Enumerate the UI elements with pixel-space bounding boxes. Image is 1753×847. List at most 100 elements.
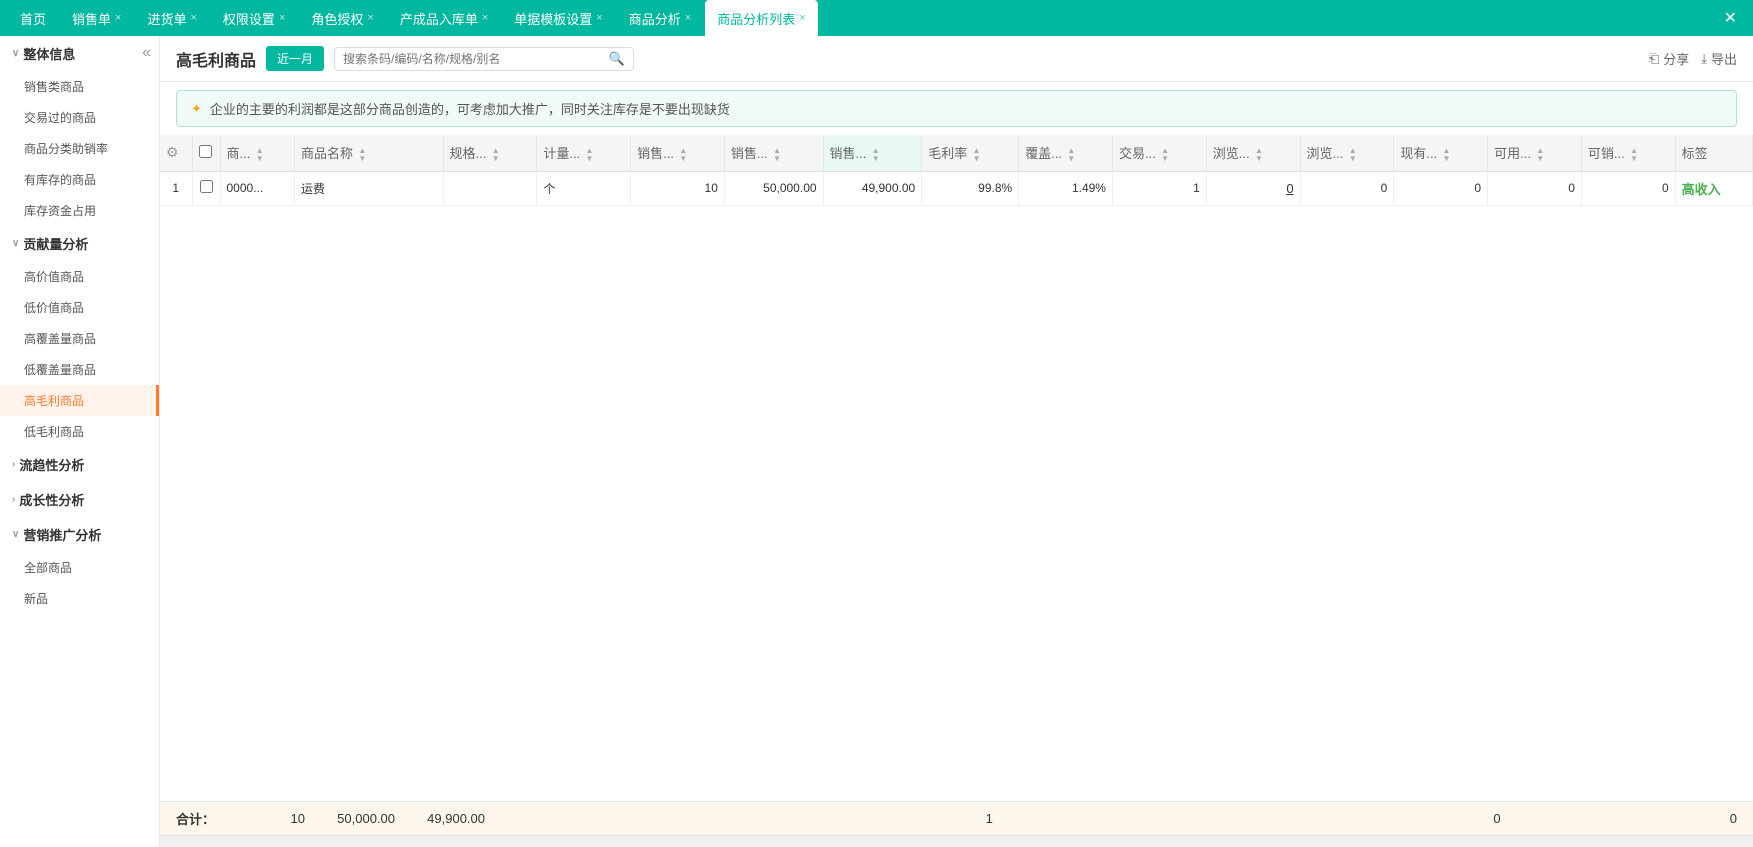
sidebar-item-all-goods[interactable]: 全部商品 <box>0 552 159 583</box>
cell-current-stock: 0 <box>1394 171 1488 205</box>
sort-icon[interactable]: ▲▼ <box>1067 147 1075 163</box>
col-gross-rate[interactable]: 毛利率 ▲▼ <box>922 135 1019 171</box>
tab-close-icon[interactable]: × <box>190 12 196 24</box>
footer-trade: 1 <box>933 811 993 826</box>
sidebar-section-contribution[interactable]: ∨ 贡献量分析 <box>0 226 159 261</box>
sort-icon[interactable]: ▲▼ <box>1255 147 1263 163</box>
cell-sellable: 0 <box>1581 171 1675 205</box>
tab-close-icon[interactable]: × <box>482 12 488 24</box>
cell-code: 0000... <box>220 171 294 205</box>
tab-purchase-order[interactable]: 进货单 × <box>135 0 208 36</box>
col-sales-amount[interactable]: 销售... ▲▼ <box>724 135 823 171</box>
footer-label: 合计： <box>176 809 215 828</box>
col-gear[interactable]: ⚙ <box>160 135 192 171</box>
sidebar-item-new-goods[interactable]: 新品 <box>0 583 159 614</box>
sidebar-item-low-margin[interactable]: 低毛利商品 <box>0 416 159 447</box>
section-arrow-icon: ∨ <box>12 48 19 59</box>
tag-badge: 高收入 <box>1682 182 1721 197</box>
cell-trade: 1 <box>1112 171 1206 205</box>
share-button[interactable]: ⎗ 分享 <box>1649 49 1689 68</box>
info-banner: ✦ 企业的主要的利润都是这部分商品创造的，可考虑加大推广，同时关注库存是不要出现… <box>176 90 1737 127</box>
tab-close-icon[interactable]: × <box>279 12 285 24</box>
sidebar-item-traded-goods[interactable]: 交易过的商品 <box>0 102 159 133</box>
col-trade[interactable]: 交易... ▲▼ <box>1112 135 1206 171</box>
cell-spec <box>443 171 537 205</box>
section-arrow-icon: › <box>12 494 15 505</box>
cell-sales-qty: 10 <box>631 171 725 205</box>
export-button[interactable]: ⤓ 导出 <box>1701 49 1737 68</box>
col-browse2[interactable]: 浏览... ▲▼ <box>1300 135 1394 171</box>
sidebar-section-marketing[interactable]: ∨ 营销推广分析 <box>0 517 159 552</box>
col-available[interactable]: 可用... ▲▼ <box>1488 135 1582 171</box>
col-current-stock[interactable]: 现有... ▲▼ <box>1394 135 1488 171</box>
footer-sales-amount: 50,000.00 <box>335 811 395 826</box>
sidebar-item-high-coverage[interactable]: 高覆盖量商品 <box>0 323 159 354</box>
tab-close-icon[interactable]: × <box>115 12 121 24</box>
sidebar-item-stock-capital[interactable]: 库存资金占用 <box>0 195 159 226</box>
section-arrow-icon: ∨ <box>12 238 19 249</box>
sidebar-item-high-margin[interactable]: 高毛利商品 <box>0 385 159 416</box>
cell-browse1[interactable]: 0 <box>1206 171 1300 205</box>
gear-icon[interactable]: ⚙ <box>166 144 179 160</box>
tab-product-analysis-list[interactable]: 商品分析列表 × <box>705 0 817 36</box>
tab-close-icon[interactable]: × <box>685 12 691 24</box>
row-checkbox[interactable] <box>200 180 213 193</box>
sort-icon[interactable]: ▲▼ <box>679 147 687 163</box>
sidebar-item-category-sales-rate[interactable]: 商品分类助销率 <box>0 133 159 164</box>
content-area: 高毛利商品 近一月 🔍 ⎗ 分享 ⤓ 导出 ✦ 企业的主要的利润都是这部分商品创… <box>160 36 1753 847</box>
col-spec[interactable]: 规格... ▲▼ <box>443 135 537 171</box>
search-icon[interactable]: 🔍 <box>609 51 625 67</box>
col-name[interactable]: 商品名称 ▲▼ <box>294 135 443 171</box>
sort-icon[interactable]: ▲▼ <box>586 147 594 163</box>
search-input[interactable] <box>343 52 603 66</box>
sort-icon[interactable]: ▲▼ <box>872 147 880 163</box>
sidebar-section-overview[interactable]: ∨ 整体信息 <box>0 36 159 71</box>
col-sales-profit[interactable]: 销售... ▲▼ <box>823 135 922 171</box>
footer-sellable: 0 <box>1677 811 1737 826</box>
sidebar-item-low-coverage[interactable]: 低覆盖量商品 <box>0 354 159 385</box>
tab-close-icon[interactable]: × <box>596 12 602 24</box>
col-sellable[interactable]: 可销... ▲▼ <box>1581 135 1675 171</box>
sort-icon[interactable]: ▲▼ <box>1349 147 1357 163</box>
col-unit[interactable]: 计量... ▲▼ <box>537 135 631 171</box>
sort-icon[interactable]: ▲▼ <box>773 147 781 163</box>
tab-product-stock[interactable]: 产成品入库单 × <box>388 0 500 36</box>
select-all-checkbox[interactable] <box>199 145 212 158</box>
sort-icon[interactable]: ▲▼ <box>256 147 264 163</box>
sort-icon[interactable]: ▲▼ <box>492 147 500 163</box>
cell-available: 0 <box>1488 171 1582 205</box>
col-coverage[interactable]: 覆盖... ▲▼ <box>1019 135 1113 171</box>
browse1-link[interactable]: 0 <box>1286 181 1293 196</box>
sidebar-section-trend[interactable]: › 流趋性分析 <box>0 447 159 482</box>
sidebar-collapse-button[interactable]: « <box>142 44 151 62</box>
close-all-tabs-button[interactable]: ✕ <box>1716 8 1745 28</box>
horizontal-scrollbar[interactable] <box>160 835 1753 847</box>
sidebar-section-growth[interactable]: › 成长性分析 <box>0 482 159 517</box>
sidebar-item-sales-goods[interactable]: 销售类商品 <box>0 71 159 102</box>
tab-close-icon[interactable]: × <box>367 12 373 24</box>
filter-recent-month-button[interactable]: 近一月 <box>266 46 324 71</box>
sort-icon[interactable]: ▲▼ <box>1630 147 1638 163</box>
table-footer: 合计： 10 50,000.00 49,900.00 1 0 0 <box>160 801 1753 835</box>
tab-role-auth[interactable]: 角色授权 × <box>299 0 385 36</box>
sort-icon[interactable]: ▲▼ <box>973 147 981 163</box>
tab-permission-settings[interactable]: 权限设置 × <box>211 0 297 36</box>
sidebar-item-low-value[interactable]: 低价值商品 <box>0 292 159 323</box>
main-container: « ∨ 整体信息 销售类商品 交易过的商品 商品分类助销率 有库存的商品 库存资… <box>0 36 1753 847</box>
section-arrow-icon: › <box>12 459 15 470</box>
col-code[interactable]: 商... ▲▼ <box>220 135 294 171</box>
tab-template-settings[interactable]: 单据模板设置 × <box>502 0 614 36</box>
col-sales-qty[interactable]: 销售... ▲▼ <box>631 135 725 171</box>
sort-icon[interactable]: ▲▼ <box>1161 147 1169 163</box>
col-browse1[interactable]: 浏览... ▲▼ <box>1206 135 1300 171</box>
sort-icon[interactable]: ▲▼ <box>1536 147 1544 163</box>
cell-name: 运费 <box>294 171 443 205</box>
sort-icon[interactable]: ▲▼ <box>358 147 366 163</box>
tab-sales-order[interactable]: 销售单 × <box>60 0 133 36</box>
sidebar-item-high-value[interactable]: 高价值商品 <box>0 261 159 292</box>
tab-close-icon[interactable]: × <box>799 12 805 24</box>
tab-product-analysis[interactable]: 商品分析 × <box>617 0 703 36</box>
sidebar-item-in-stock-goods[interactable]: 有库存的商品 <box>0 164 159 195</box>
sort-icon[interactable]: ▲▼ <box>1443 147 1451 163</box>
tab-home[interactable]: 首页 <box>8 0 58 36</box>
